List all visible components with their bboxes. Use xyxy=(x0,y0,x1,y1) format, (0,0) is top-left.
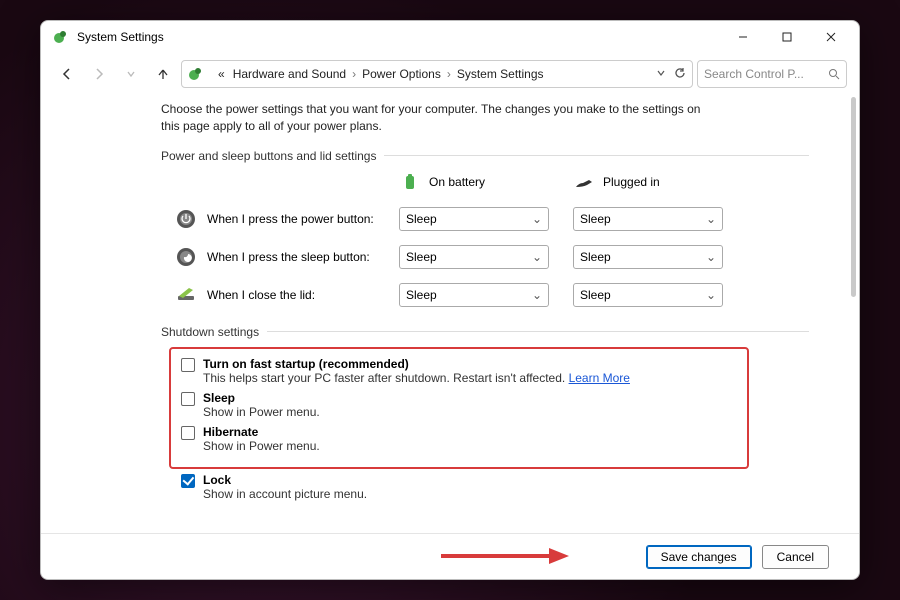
address-icon xyxy=(188,66,204,82)
back-button[interactable] xyxy=(53,60,81,88)
section-title: Power and sleep buttons and lid settings xyxy=(161,149,376,163)
chevron-down-icon: ⌄ xyxy=(532,212,542,226)
divider xyxy=(267,331,809,332)
option-label: Turn on fast startup (recommended) xyxy=(203,357,630,371)
sleep-button-icon xyxy=(175,246,197,268)
plug-icon xyxy=(573,171,595,193)
chevron-down-icon: ⌄ xyxy=(706,250,716,264)
power-buttons-grid: On battery Plugged in When I press the p… xyxy=(175,171,809,307)
titlebar: System Settings xyxy=(41,21,859,53)
column-header-plugged: Plugged in xyxy=(573,171,723,193)
content-pane: Choose the power settings that you want … xyxy=(41,95,859,533)
app-icon xyxy=(53,29,69,45)
chevron-down-icon: ⌄ xyxy=(706,212,716,226)
cancel-button[interactable]: Cancel xyxy=(762,545,829,569)
navbar: « Hardware and Sound › Power Options › S… xyxy=(41,53,859,95)
search-icon xyxy=(828,68,840,80)
option-label: Hibernate xyxy=(203,425,320,439)
section-header-buttons: Power and sleep buttons and lid settings xyxy=(161,149,809,163)
option-label: Lock xyxy=(203,473,367,487)
option-fast-startup: Turn on fast startup (recommended) This … xyxy=(181,357,737,385)
scrollbar-thumb[interactable] xyxy=(851,97,856,297)
refresh-icon[interactable] xyxy=(674,67,686,82)
option-sleep: Sleep Show in Power menu. xyxy=(181,391,737,419)
select-sleep-battery[interactable]: Sleep⌄ xyxy=(399,245,549,269)
breadcrumb-prefix: « xyxy=(216,67,227,81)
laptop-lid-icon xyxy=(175,284,197,306)
option-label: Sleep xyxy=(203,391,320,405)
row-sleep-button: When I press the sleep button: xyxy=(175,246,375,268)
select-sleep-plugged[interactable]: Sleep⌄ xyxy=(573,245,723,269)
checkbox-lock[interactable] xyxy=(181,474,195,488)
column-header-battery: On battery xyxy=(399,171,549,193)
shutdown-section: Shutdown settings Turn on fast startup (… xyxy=(161,325,809,501)
chevron-right-icon: › xyxy=(447,67,451,81)
up-button[interactable] xyxy=(149,60,177,88)
recent-dropdown[interactable] xyxy=(117,60,145,88)
divider xyxy=(384,155,809,156)
option-desc: Show in account picture menu. xyxy=(203,487,367,501)
arrow-annotation xyxy=(441,547,571,565)
breadcrumb-item[interactable]: Power Options xyxy=(360,67,443,81)
window-title: System Settings xyxy=(77,30,721,44)
chevron-down-icon: ⌄ xyxy=(706,288,716,302)
window: System Settings « Hardware and Sound › P… xyxy=(40,20,860,580)
scrollbar[interactable] xyxy=(850,97,857,531)
checkbox-sleep[interactable] xyxy=(181,392,195,406)
select-lid-plugged[interactable]: Sleep⌄ xyxy=(573,283,723,307)
search-input[interactable]: Search Control P... xyxy=(697,60,847,88)
save-changes-button[interactable]: Save changes xyxy=(646,545,752,569)
footer: Save changes Cancel xyxy=(41,533,859,579)
forward-button[interactable] xyxy=(85,60,113,88)
option-desc: This helps start your PC faster after sh… xyxy=(203,371,630,385)
chevron-down-icon: ⌄ xyxy=(532,288,542,302)
maximize-button[interactable] xyxy=(765,22,809,52)
chevron-down-icon: ⌄ xyxy=(532,250,542,264)
section-header-shutdown: Shutdown settings xyxy=(161,325,809,339)
battery-icon xyxy=(399,171,421,193)
learn-more-link[interactable]: Learn More xyxy=(569,371,630,385)
option-lock: Lock Show in account picture menu. xyxy=(181,473,809,501)
breadcrumb-item[interactable]: System Settings xyxy=(455,67,546,81)
address-bar[interactable]: « Hardware and Sound › Power Options › S… xyxy=(181,60,693,88)
select-power-plugged[interactable]: Sleep⌄ xyxy=(573,207,723,231)
search-placeholder: Search Control P... xyxy=(704,67,828,81)
checkbox-fast-startup[interactable] xyxy=(181,358,195,372)
checkbox-hibernate[interactable] xyxy=(181,426,195,440)
close-button[interactable] xyxy=(809,22,853,52)
highlight-box: Turn on fast startup (recommended) This … xyxy=(169,347,749,469)
row-lid: When I close the lid: xyxy=(175,284,375,306)
option-desc: Show in Power menu. xyxy=(203,439,320,453)
minimize-button[interactable] xyxy=(721,22,765,52)
breadcrumb-item[interactable]: Hardware and Sound xyxy=(231,67,348,81)
select-power-battery[interactable]: Sleep⌄ xyxy=(399,207,549,231)
power-button-icon xyxy=(175,208,197,230)
option-desc: Show in Power menu. xyxy=(203,405,320,419)
page-description: Choose the power settings that you want … xyxy=(161,101,721,135)
address-dropdown-icon[interactable] xyxy=(656,67,666,82)
option-hibernate: Hibernate Show in Power menu. xyxy=(181,425,737,453)
row-power-button: When I press the power button: xyxy=(175,208,375,230)
chevron-right-icon: › xyxy=(352,67,356,81)
section-title: Shutdown settings xyxy=(161,325,259,339)
select-lid-battery[interactable]: Sleep⌄ xyxy=(399,283,549,307)
